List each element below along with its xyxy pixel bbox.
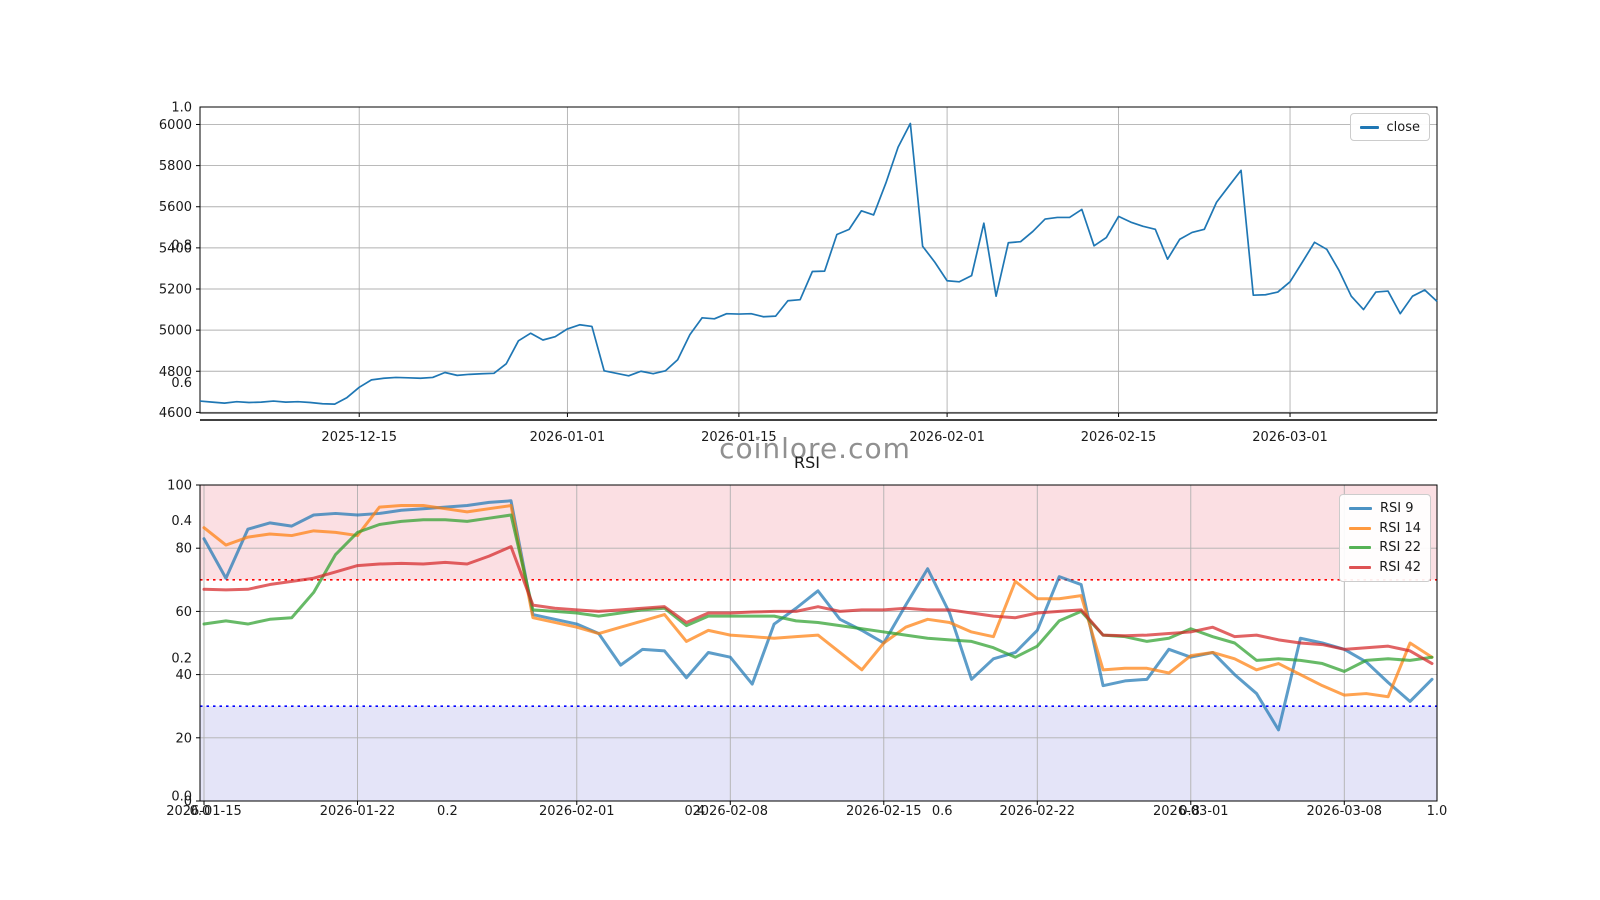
price-xtick-label: 2026-02-15 [1081, 430, 1157, 445]
price-xtick-label: 2026-03-01 [1252, 430, 1328, 445]
price-legend[interactable]: close [1350, 113, 1430, 141]
rsi-ytick-label: 80 [175, 542, 192, 557]
rsi22-line-swatch [1349, 546, 1372, 550]
legend-label-rsi22: RSI 22 [1379, 540, 1421, 556]
rsi14-line-swatch [1349, 526, 1372, 530]
figure: 4600 4800 5000 5200 5400 5600 5800 6000 2025-12-… [0, 0, 1600, 900]
rsi-xtick-label: 2026-03-08 [1307, 804, 1383, 819]
price-xtick-label: 2026-01-01 [530, 430, 606, 445]
legend-item-close[interactable]: close [1360, 118, 1420, 136]
overlay-ytick-label: 0.0 [171, 790, 192, 805]
overlay-xtick-label: 0.2 [437, 804, 458, 819]
price-ytick-label: 5600 [159, 200, 192, 215]
overlay-xtick-label: 0.8 [1179, 804, 1200, 819]
price-ytick-label: 5800 [159, 159, 192, 174]
legend-label-rsi9: RSI 9 [1380, 501, 1414, 517]
rsi-ytick-label: 20 [175, 731, 192, 746]
overbought-band [200, 485, 1437, 580]
overlay-xtick-label: 0.0 [190, 804, 211, 819]
legend-item-rsi42[interactable]: RSI 42 [1349, 558, 1421, 578]
legend-item-rsi14[interactable]: RSI 14 [1349, 519, 1421, 539]
price-ytick-label: 4600 [159, 406, 192, 421]
oversold-band [200, 706, 1437, 801]
rsi-xtick-label: 2026-02-22 [1000, 804, 1076, 819]
rsi9-line-swatch [1349, 507, 1372, 511]
legend-item-rsi22[interactable]: RSI 22 [1349, 538, 1421, 558]
legend-label-close: close [1386, 119, 1420, 135]
price-ytick-label: 6000 [159, 118, 192, 133]
overlay-xtick-label: 0.6 [932, 804, 953, 819]
overlay-xtick-label: 0.4 [684, 804, 705, 819]
overlay-ytick-label: 1.0 [171, 101, 192, 116]
rsi-ytick-label: 100 [167, 479, 192, 494]
price-xtick-label: 2025-12-15 [321, 430, 397, 445]
rsi-legend[interactable]: RSI 9 RSI 14 RSI 22 RSI 42 [1339, 494, 1431, 582]
legend-item-rsi9[interactable]: RSI 9 [1349, 499, 1421, 519]
rsi-ytick-label: 60 [175, 605, 192, 620]
price-ytick-label: 5000 [159, 324, 192, 339]
overlay-ytick-label: 0.4 [171, 514, 192, 529]
rsi-xtick-label: 2026-01-22 [320, 804, 396, 819]
rsi-xtick-label: 2026-02-01 [539, 804, 615, 819]
rsi-ytick-label: 40 [175, 668, 192, 683]
overlay-ytick-label: 0.8 [171, 238, 192, 253]
price-axes-frame [199, 106, 1438, 414]
overlay-ytick-label: 0.6 [171, 376, 192, 391]
close-line-swatch [1360, 125, 1379, 129]
rsi42-line-swatch [1349, 565, 1372, 569]
overlay-ytick-label: 0.2 [171, 652, 192, 667]
overlay-xtick-label: 1.0 [1427, 804, 1448, 819]
legend-label-rsi42: RSI 42 [1379, 559, 1421, 575]
rsi-chart-title: RSI [794, 453, 820, 472]
rsi-xtick-label: 2026-02-15 [846, 804, 922, 819]
legend-label-rsi14: RSI 14 [1379, 520, 1421, 536]
price-ytick-label: 5200 [159, 282, 192, 297]
